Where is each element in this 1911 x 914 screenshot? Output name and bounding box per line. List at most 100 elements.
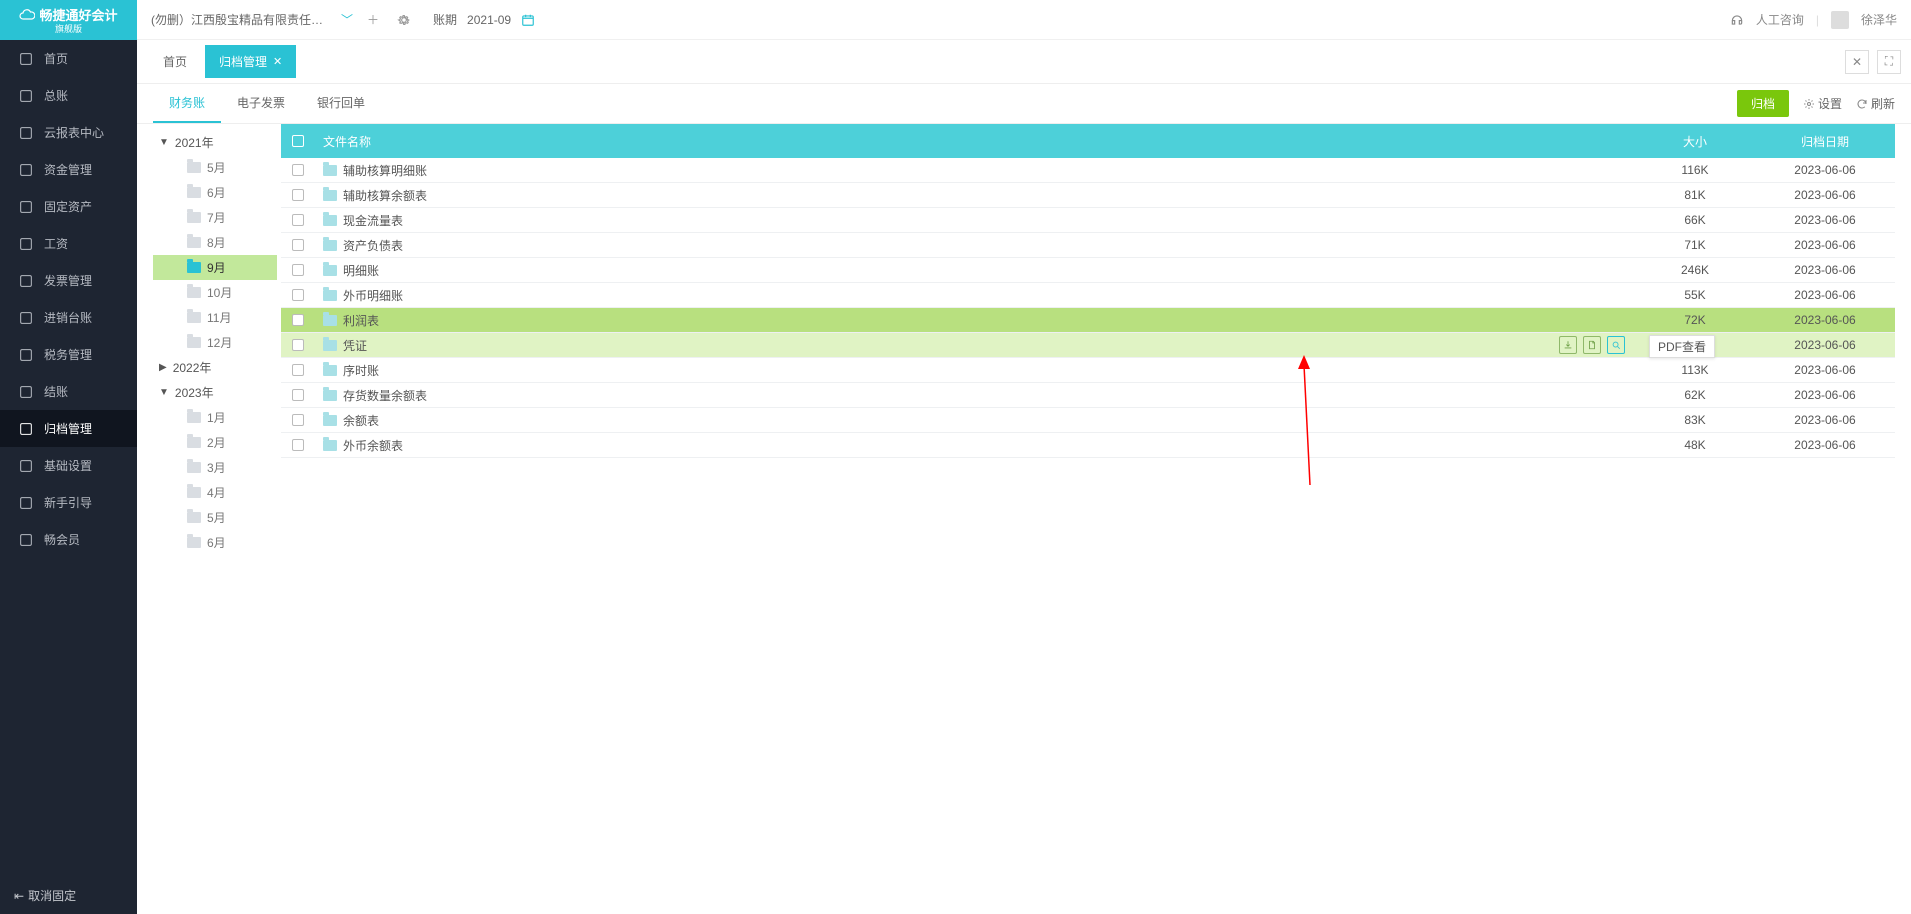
nav-item-8[interactable]: 税务管理 [0, 336, 137, 373]
table-row[interactable]: 利润表72K2023-06-06 [281, 308, 1895, 333]
table-row[interactable]: 明细账246K2023-06-06 [281, 258, 1895, 283]
tree-year[interactable]: ▼2023年 [153, 380, 277, 405]
nav-item-4[interactable]: 固定资产 [0, 188, 137, 225]
table-row[interactable]: 外币明细账55K2023-06-06 [281, 283, 1895, 308]
subtab-einvoice[interactable]: 电子发票 [221, 84, 301, 123]
nav-item-10[interactable]: 归档管理 [0, 410, 137, 447]
pdf-view-icon[interactable] [1607, 336, 1625, 354]
gear-icon [1803, 98, 1815, 110]
tree-month[interactable]: 6月 [153, 530, 277, 555]
period-value[interactable]: 2021-09 [467, 13, 511, 27]
row-checkbox[interactable] [292, 339, 304, 351]
tab-home[interactable]: 首页 [153, 45, 197, 78]
nav-item-9[interactable]: 结账 [0, 373, 137, 410]
tree-month[interactable]: 5月 [153, 505, 277, 530]
file-size: 246K [1635, 263, 1755, 277]
tree-month[interactable]: 3月 [153, 455, 277, 480]
settings-link[interactable]: 设置 [1803, 95, 1842, 112]
nav-item-12[interactable]: 新手引导 [0, 484, 137, 521]
row-checkbox[interactable] [292, 364, 304, 376]
row-checkbox[interactable] [292, 164, 304, 176]
tree-year[interactable]: ▶2022年 [153, 355, 277, 380]
subtab-bankslip[interactable]: 银行回单 [301, 84, 381, 123]
tree-month[interactable]: 12月 [153, 330, 277, 355]
chevron-down-icon[interactable]: ﹀ [341, 11, 353, 28]
table-row[interactable]: 余额表83K2023-06-06 [281, 408, 1895, 433]
table-row[interactable]: 凭证53K2023-06-06PDF查看 [281, 333, 1895, 358]
archive-button[interactable]: 归档 [1737, 90, 1789, 117]
folder-icon [187, 287, 201, 298]
period-label: 账期 [433, 11, 457, 28]
refresh-link[interactable]: 刷新 [1856, 95, 1895, 112]
select-all-checkbox[interactable] [292, 135, 304, 147]
tree-month[interactable]: 1月 [153, 405, 277, 430]
nav-item-11[interactable]: 基础设置 [0, 447, 137, 484]
download-excel-icon[interactable] [1559, 336, 1577, 354]
nav-label: 资金管理 [44, 161, 92, 178]
nav-item-1[interactable]: 总账 [0, 77, 137, 114]
nav-icon [18, 273, 34, 289]
sidebar-footer-label: 取消固定 [28, 887, 76, 904]
table-row[interactable]: 序时账113K2023-06-06 [281, 358, 1895, 383]
tree-year[interactable]: ▼2021年 [153, 130, 277, 155]
nav-item-3[interactable]: 资金管理 [0, 151, 137, 188]
row-actions [1559, 336, 1625, 354]
tree-month[interactable]: 8月 [153, 230, 277, 255]
table-row[interactable]: 资产负债表71K2023-06-06 [281, 233, 1895, 258]
nav-item-6[interactable]: 发票管理 [0, 262, 137, 299]
tree-month[interactable]: 4月 [153, 480, 277, 505]
row-checkbox[interactable] [292, 389, 304, 401]
table-row[interactable]: 辅助核算余额表81K2023-06-06 [281, 183, 1895, 208]
row-checkbox[interactable] [292, 314, 304, 326]
row-checkbox[interactable] [292, 189, 304, 201]
tree-month[interactable]: 11月 [153, 305, 277, 330]
table-row[interactable]: 存货数量余额表62K2023-06-06 [281, 383, 1895, 408]
table-row[interactable]: 现金流量表66K2023-06-06 [281, 208, 1895, 233]
tree-month[interactable]: 6月 [153, 180, 277, 205]
table-row[interactable]: 外币余额表48K2023-06-06 [281, 433, 1895, 458]
consult-link[interactable]: 人工咨询 [1756, 11, 1804, 28]
add-icon[interactable]: ＋ [363, 7, 383, 32]
headset-icon[interactable] [1730, 13, 1744, 27]
table-row[interactable]: 辅助核算明细账116K2023-06-06 [281, 158, 1895, 183]
tree-month[interactable]: 7月 [153, 205, 277, 230]
nav-icon [18, 199, 34, 215]
nav-item-2[interactable]: 云报表中心 [0, 114, 137, 151]
row-checkbox[interactable] [292, 239, 304, 251]
tab-archive[interactable]: 归档管理 ✕ [205, 45, 296, 78]
nav-item-0[interactable]: 首页 [0, 40, 137, 77]
tree-month[interactable]: 2月 [153, 430, 277, 455]
company-selector[interactable]: (勿删）江西殷宝精品有限责任公司（... [151, 11, 331, 28]
file-date: 2023-06-06 [1755, 313, 1895, 327]
row-checkbox[interactable] [292, 414, 304, 426]
nav-item-13[interactable]: 畅会员 [0, 521, 137, 558]
user-name[interactable]: 徐泽华 [1861, 11, 1897, 28]
nav-label: 进销台账 [44, 309, 92, 326]
tree-month[interactable]: 5月 [153, 155, 277, 180]
tree-month[interactable]: 10月 [153, 280, 277, 305]
calendar-icon[interactable] [521, 13, 535, 27]
sidebar-pin-toggle[interactable]: ⇤ 取消固定 [0, 877, 137, 914]
row-checkbox[interactable] [292, 264, 304, 276]
file-size: 48K [1635, 438, 1755, 452]
nav-item-5[interactable]: 工资 [0, 225, 137, 262]
download-pdf-icon[interactable] [1583, 336, 1601, 354]
row-checkbox[interactable] [292, 214, 304, 226]
nav-item-7[interactable]: 进销台账 [0, 299, 137, 336]
nav-icon [18, 88, 34, 104]
fullscreen-button[interactable]: ⛶ [1877, 50, 1901, 74]
row-checkbox[interactable] [292, 439, 304, 451]
folder-icon [187, 512, 201, 523]
avatar-icon[interactable] [1831, 11, 1849, 29]
close-panel-button[interactable]: ✕ [1845, 50, 1869, 74]
tree-month[interactable]: 9月 [153, 255, 277, 280]
file-size: 83K [1635, 413, 1755, 427]
refresh-label: 刷新 [1871, 95, 1895, 112]
subtab-finance[interactable]: 财务账 [153, 84, 221, 123]
folder-icon [323, 165, 337, 176]
row-checkbox[interactable] [292, 289, 304, 301]
close-icon[interactable]: ✕ [273, 55, 282, 68]
gear-icon[interactable] [393, 9, 415, 31]
file-name: 辅助核算明细账 [343, 162, 427, 179]
file-size: 113K [1635, 363, 1755, 377]
